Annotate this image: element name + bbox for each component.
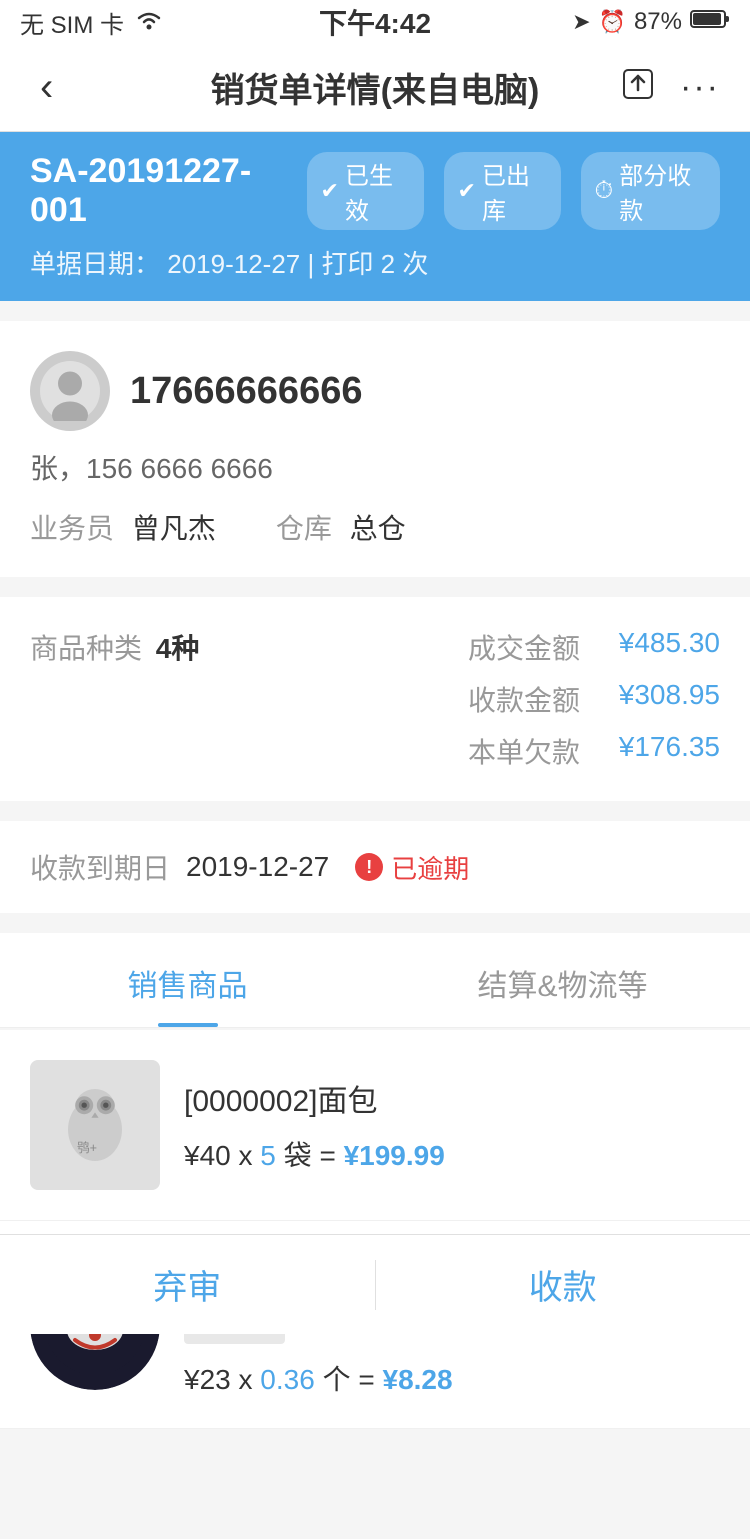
product-total-cookie: ¥8.28 — [383, 1364, 453, 1395]
badge-activated-text: 已生效 — [345, 156, 410, 226]
status-bar: 无 SIM 卡 下午4:42 ➤ ⏰ 87% — [0, 0, 750, 44]
tab-sales-products[interactable]: 销售商品 — [0, 933, 375, 1027]
product-type-info: 商品种类 4种 — [30, 627, 199, 667]
owl-placeholder: 鸮+ — [30, 1060, 160, 1190]
status-bar-right: ➤ ⏰ 87% — [572, 8, 730, 37]
staff-label: 业务员 — [30, 513, 114, 544]
customer-top: 17666666666 — [30, 351, 720, 431]
product-type-label: 商品种类 — [30, 633, 142, 664]
staff-name: 曾凡杰 — [132, 513, 216, 544]
check-icon-1: ✔ — [321, 178, 339, 204]
owl-icon: 鸮+ — [50, 1080, 140, 1170]
amount-row: 成交金额 ¥485.30 — [468, 627, 720, 667]
due-date-section: 收款到期日 2019-12-27 ! 已逾期 — [0, 821, 750, 913]
page-title: 销货单详情(来自电脑) — [211, 63, 540, 112]
product-unit-price-bread: ¥40 — [184, 1140, 231, 1171]
product-total-bread: ¥199.99 — [344, 1140, 445, 1171]
tab-settlement-logistics[interactable]: 结算&物流等 — [375, 933, 750, 1027]
svg-text:鸮+: 鸮+ — [77, 1140, 97, 1155]
print-info: | 打印 2 次 — [307, 249, 428, 279]
badge-partial-payment: ⏱ 部分收款 — [581, 152, 720, 230]
due-date-value: 2019-12-27 — [186, 851, 329, 883]
tabs-section: 销售商品 结算&物流等 — [0, 933, 750, 1028]
product-price-cookie: ¥23 x 0.36 个 = ¥8.28 — [184, 1358, 720, 1398]
tabs-row: 销售商品 结算&物流等 — [0, 933, 750, 1027]
nav-right-actions: ··· — [620, 66, 720, 110]
due-date-label: 收款到期日 — [30, 847, 170, 887]
tab-settlement-logistics-label: 结算&物流等 — [477, 970, 647, 1003]
badge-partial-payment-text: 部分收款 — [619, 156, 706, 226]
order-doc-date-row: 单据日期： 2019-12-27 | 打印 2 次 — [30, 244, 720, 281]
clock-icon: ⏱ — [595, 177, 614, 205]
tab-sales-products-label: 销售商品 — [128, 970, 248, 1003]
order-header-banner: SA-20191227-001 ✔ 已生效 ✔ 已出库 ⏱ 部分收款 单据日期：… — [0, 132, 750, 301]
summary-section: 商品种类 4种 成交金额 ¥485.30 收款金额 ¥308.95 本单欠款 ¥… — [0, 597, 750, 801]
avatar — [30, 351, 110, 431]
avatar-icon — [40, 361, 100, 421]
badge-out-stock: ✔ 已出库 — [444, 152, 561, 230]
staff-info: 业务员 曾凡杰 — [30, 507, 216, 547]
product-info-bread: [0000002]面包 ¥40 x 5 袋 = ¥199.99 — [184, 1076, 720, 1174]
share-icon[interactable] — [620, 66, 656, 110]
back-button[interactable]: ‹ — [30, 55, 63, 120]
bottom-toolbar: 弃审 收款 — [0, 1234, 750, 1334]
customer-phone: 17666666666 — [130, 370, 362, 413]
received-label: 收款金额 — [468, 679, 580, 719]
doc-date-value: 2019-12-27 — [167, 249, 300, 279]
amount-label: 成交金额 — [468, 627, 580, 667]
overdue-icon: ! — [355, 853, 383, 881]
order-header-row1: SA-20191227-001 ✔ 已生效 ✔ 已出库 ⏱ 部分收款 — [30, 152, 720, 230]
products-section: 鸮+ [0000002]面包 ¥40 x 5 袋 = ¥199.99 — [0, 1030, 750, 1429]
cancel-audit-button[interactable]: 弃审 — [0, 1240, 375, 1329]
debt-label: 本单欠款 — [468, 731, 580, 771]
product-name-bread: [0000002]面包 — [184, 1076, 720, 1120]
warehouse-label: 仓库 — [276, 513, 332, 544]
location-icon: ➤ — [572, 9, 590, 35]
financial-summary: 成交金额 ¥485.30 收款金额 ¥308.95 本单欠款 ¥176.35 — [468, 627, 720, 771]
status-bar-time: 下午4:42 — [319, 2, 431, 42]
battery-icon — [690, 8, 730, 37]
product-type-value: 4种 — [156, 633, 200, 664]
warehouse-name: 总仓 — [350, 513, 406, 544]
doc-date-label: 单据日期： — [30, 249, 160, 279]
more-icon[interactable]: ··· — [680, 68, 720, 107]
collect-payment-button[interactable]: 收款 — [376, 1240, 750, 1329]
badge-activated: ✔ 已生效 — [307, 152, 424, 230]
customer-meta: 业务员 曾凡杰 仓库 总仓 — [30, 507, 720, 547]
battery-level: 87% — [634, 8, 682, 36]
customer-sub-name: 张，156 6666 6666 — [30, 447, 720, 487]
product-qty-cookie: 0.36 — [260, 1364, 315, 1395]
product-code-bread: [0000002] — [184, 1085, 317, 1118]
product-image-bread: 鸮+ — [30, 1060, 160, 1190]
badge-out-stock-text: 已出库 — [482, 156, 547, 226]
received-value: ¥308.95 — [600, 679, 720, 719]
customer-section: 17666666666 张，156 6666 6666 业务员 曾凡杰 仓库 总… — [0, 321, 750, 577]
alarm-icon: ⏰ — [599, 9, 626, 35]
overdue-text: 已逾期 — [391, 849, 469, 886]
warehouse-info: 仓库 总仓 — [276, 507, 406, 547]
status-bar-left: 无 SIM 卡 — [20, 5, 164, 40]
product-price-bread: ¥40 x 5 袋 = ¥199.99 — [184, 1134, 720, 1174]
check-icon-2: ✔ — [458, 178, 476, 204]
received-row: 收款金额 ¥308.95 — [468, 679, 720, 719]
product-unit-price-cookie: ¥23 — [184, 1364, 231, 1395]
amount-value: ¥485.30 — [600, 627, 720, 667]
debt-value: ¥176.35 — [600, 731, 720, 771]
product-item: 鸮+ [0000002]面包 ¥40 x 5 袋 = ¥199.99 — [0, 1030, 750, 1221]
nav-bar: ‹ 销货单详情(来自电脑) ··· — [0, 44, 750, 132]
overdue-badge: ! 已逾期 — [355, 849, 469, 886]
product-qty-bread: 5 — [260, 1140, 276, 1171]
order-id: SA-20191227-001 — [30, 152, 287, 230]
debt-row: 本单欠款 ¥176.35 — [468, 731, 720, 771]
sim-status: 无 SIM 卡 — [20, 5, 124, 40]
wifi-icon — [134, 8, 164, 37]
